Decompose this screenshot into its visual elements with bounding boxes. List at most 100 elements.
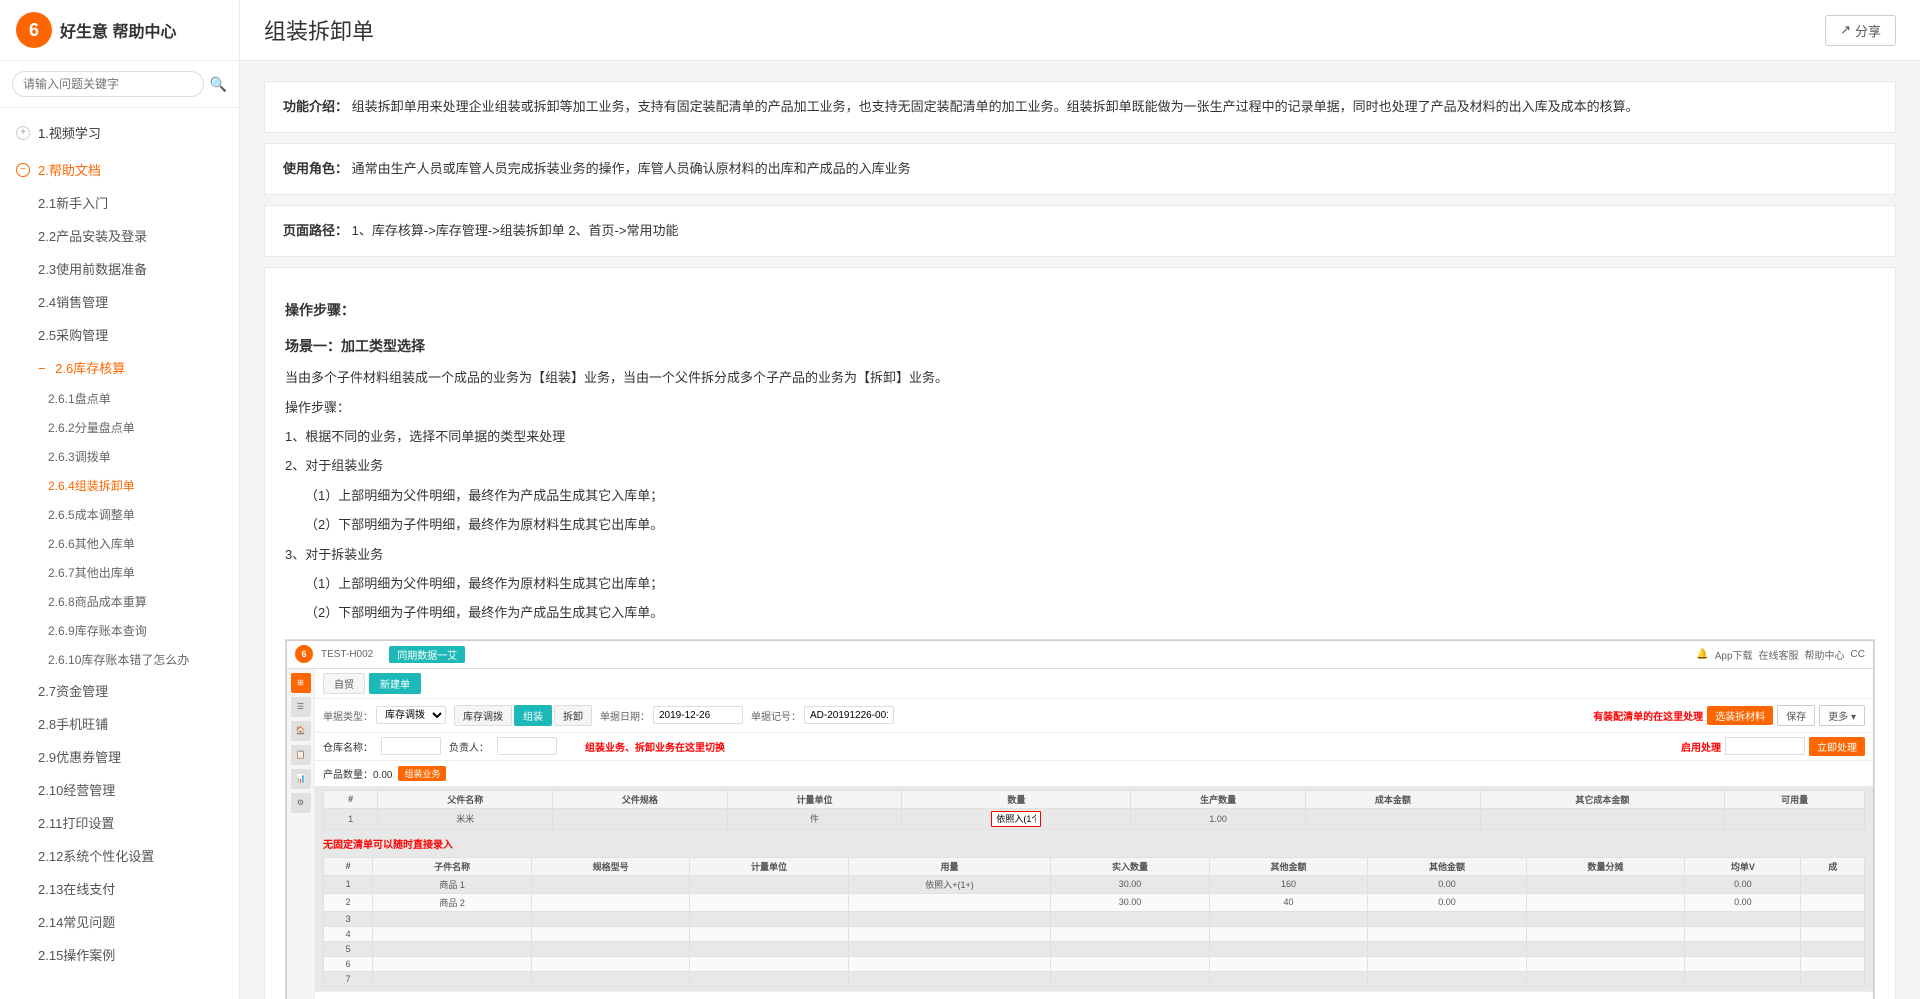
sidebar-item-sales[interactable]: 2.4销售管理 (0, 285, 239, 318)
sim-icon-nav2[interactable]: 🏠 (291, 721, 311, 741)
sim-cell-unit: 件 (727, 808, 902, 829)
func-intro-block: 功能介绍： 组装拆卸单用来处理企业组装或拆卸等加工业务，支持有固定装配清单的产品… (264, 81, 1896, 133)
sidebar-item-other-out[interactable]: 2.6.7其他出库单 (0, 558, 239, 587)
sim-lower-table: # 子件名称 规格型号 计量单位 用量 实入数量 其他金额 其他金额 数量分摊 (323, 857, 1865, 987)
sidebar-item-payment[interactable]: 2.13在线支付 (0, 872, 239, 905)
sim-upper-table-area: # 父件名称 父件规格 计量单位 数量 生产数量 成本金额 其它成本金额 可用量 (315, 786, 1873, 834)
sim-annotation-enable: 启用处理 (1681, 739, 1721, 754)
sidebar-item-cost-adjust[interactable]: 2.6.5成本调整单 (0, 500, 239, 529)
sidebar-item-cases[interactable]: 2.15操作案例 (0, 938, 239, 971)
sim-type-select[interactable]: 库存调拨 (376, 706, 446, 724)
sidebar-item-data-prep[interactable]: 2.3使用前数据准备 (0, 252, 239, 285)
sim-topbar-right: 🔔 App下载 在线客服 帮助中心 CC (1696, 647, 1865, 662)
sidebar-header: 6 好生意 帮助中心 (0, 0, 239, 61)
sim-icon-nav1[interactable]: ☰ (291, 697, 311, 717)
sidebar-item-personalize[interactable]: 2.12系统个性化设置 (0, 839, 239, 872)
sim-field-no-label: 单据记号： (751, 708, 801, 723)
ops-step-1: 1、根据不同的业务，选择不同单据的类型来处理 (285, 425, 1875, 448)
sim-col-other-cost: 其它成本金额 (1480, 790, 1725, 808)
sim-tab-home[interactable]: 自贸 (323, 673, 365, 694)
sim-icon-nav5[interactable]: ⚙ (291, 793, 311, 813)
sidebar-item-purchase[interactable]: 2.5采购管理 (0, 318, 239, 351)
sim-enable-input[interactable] (1725, 737, 1805, 755)
sidebar-item-coupon[interactable]: 2.9优惠券管理 (0, 740, 239, 773)
sidebar-item-transfer[interactable]: 2.6.3调拨单 (0, 442, 239, 471)
sim-tab-bar: 自贸 新建单 (315, 669, 1873, 699)
nav-sub-label: 2.1新手入门 (38, 196, 108, 211)
sim-icon-nav4[interactable]: 📊 (291, 769, 311, 789)
sidebar-item-operations[interactable]: 2.10经营管理 (0, 773, 239, 806)
sidebar-item-inventory[interactable]: − 2.6库存核算 (0, 351, 239, 384)
sidebar-item-newbie[interactable]: 2.1新手入门 (0, 186, 239, 219)
sidebar-nav: + 1.视频学习 − 2.帮助文档 2.1新手入门 2.2产品安装及登录 2.3… (0, 108, 239, 999)
sim-more-btn[interactable]: 更多 ▾ (1819, 705, 1865, 726)
sim-icon-home[interactable]: ⊞ (291, 673, 311, 693)
sim-no-input[interactable] (804, 706, 894, 724)
nav-sub-docs: 2.1新手入门 2.2产品安装及登录 2.3使用前数据准备 2.4销售管理 2.… (0, 186, 239, 971)
sim-cell-avail (1725, 808, 1865, 829)
sim-date-input[interactable] (653, 706, 743, 724)
sim-cell-seq: 1 (324, 808, 378, 829)
sim-col-cost: 成本金额 (1306, 790, 1481, 808)
sim-person-input[interactable] (497, 737, 557, 755)
screenshot-container: 6 TEST-H002 同期数据一艾 🔔 App下载 在线客服 帮助中心 CC (285, 639, 1875, 999)
sim-col-unit: 计量单位 (727, 790, 902, 808)
sim-lower-row-3: 3 (324, 911, 1865, 926)
nav-sub-label: 2.2产品安装及登录 (38, 229, 147, 244)
sim-col-qty: 数量 (902, 790, 1131, 808)
sidebar-item-install[interactable]: 2.2产品安装及登录 (0, 219, 239, 252)
sim-cell-parent-name: 米米 (378, 808, 553, 829)
sim-sub-label2: 负责人： (449, 739, 489, 754)
sim-sub-form: 仓库名称： 负责人： 组装业务、拆卸业务在这里切换 启用处理 立即处理 (315, 733, 1873, 761)
sidebar-item-assembly[interactable]: 2.6.4组装拆卸单 (0, 471, 239, 500)
sim-lower-table-area: # 子件名称 规格型号 计量单位 用量 实入数量 其他金额 其他金额 数量分摊 (315, 853, 1873, 991)
nav-sub-label: 2.5采购管理 (38, 328, 108, 343)
path-block: 页面路径： 1、库存核算->库存管理->组装拆卸单 2、首页->常用功能 (264, 205, 1896, 257)
search-input[interactable] (12, 71, 204, 97)
sidebar-item-faq[interactable]: 2.14常见问题 (0, 905, 239, 938)
sim-annotation-type: 组装业务、拆卸业务在这里切换 (585, 739, 725, 754)
sim-tab-new[interactable]: 新建单 (369, 673, 421, 694)
sim-field-date: 单据日期： (600, 706, 743, 724)
sim-annotation-manual: 无固定清单可以随时直接录入 (315, 834, 1873, 853)
sidebar-item-print[interactable]: 2.11打印设置 (0, 806, 239, 839)
sim-qty-input[interactable] (991, 811, 1041, 827)
ops-step-3: （1）上部明细为父件明细，最终作为产成品生成其它入库单； (285, 484, 1875, 507)
sim-top-icon5: CC (1851, 649, 1865, 660)
func-intro-label: 功能介绍： (283, 99, 348, 114)
sidebar-item-mobile[interactable]: 2.8手机旺铺 (0, 707, 239, 740)
nav-label-video: 1.视频学习 (38, 123, 101, 142)
sim-type-btn-assembly[interactable]: 组装 (514, 705, 552, 726)
sim-save-btn[interactable]: 保存 (1777, 705, 1815, 726)
sim-section-badge: 组装业务 (398, 766, 446, 781)
sim-lcol-alloc: 数量分摊 (1526, 857, 1684, 875)
sim-lower-row-6: 6 (324, 956, 1865, 971)
sidebar-item-finance[interactable]: 2.7资金管理 (0, 674, 239, 707)
sidebar-item-partial-stocktake[interactable]: 2.6.2分量盘点单 (0, 413, 239, 442)
sim-col-seq: # (324, 790, 378, 808)
sidebar-item-stocktake[interactable]: 2.6.1盘点单 (0, 384, 239, 413)
content-body: 操作步骤： 场景一：加工类型选择 当由多个子件材料组装成一个成品的业务为【组装】… (264, 267, 1896, 999)
expand-icon: + (16, 126, 30, 140)
sim-confirm-btn[interactable]: 立即处理 (1809, 737, 1865, 756)
search-box: 🔍 (0, 61, 239, 108)
sidebar-item-cost-recalc[interactable]: 2.6.8商品成本重算 (0, 587, 239, 616)
sidebar-item-ledger-query[interactable]: 2.6.9库存账本查询 (0, 616, 239, 645)
sim-col-prod-qty: 生产数量 (1131, 790, 1306, 808)
sim-bom-btn[interactable]: 选装拆材料 (1707, 706, 1773, 725)
sim-new-btn[interactable]: 同期数据一艾 (389, 646, 465, 663)
sim-lower-row-2: 2 商品 2 30.00 40 0.00 (324, 893, 1865, 911)
sim-warehouse-input[interactable] (381, 737, 441, 755)
sidebar-item-video[interactable]: + 1.视频学习 (0, 116, 239, 149)
search-button[interactable]: 🔍 (210, 76, 227, 93)
sidebar-item-ledger-fix[interactable]: 2.6.10库存账本错了怎么办 (0, 645, 239, 674)
sim-upper-label: 产品数量：0.00 (323, 766, 392, 781)
share-button[interactable]: ↗ 分享 (1825, 15, 1896, 46)
sim-type-btn-transfer[interactable]: 库存调拨 (454, 705, 512, 726)
nav-sub-label: 2.6库存核算 (55, 361, 125, 376)
sim-icon-nav3[interactable]: 📋 (291, 745, 311, 765)
sim-type-btn-disassembly[interactable]: 拆卸 (554, 705, 592, 726)
sim-lcol-usage: 用量 (848, 857, 1051, 875)
sidebar-item-docs[interactable]: − 2.帮助文档 (0, 153, 239, 186)
sidebar-item-other-in[interactable]: 2.6.6其他入库单 (0, 529, 239, 558)
